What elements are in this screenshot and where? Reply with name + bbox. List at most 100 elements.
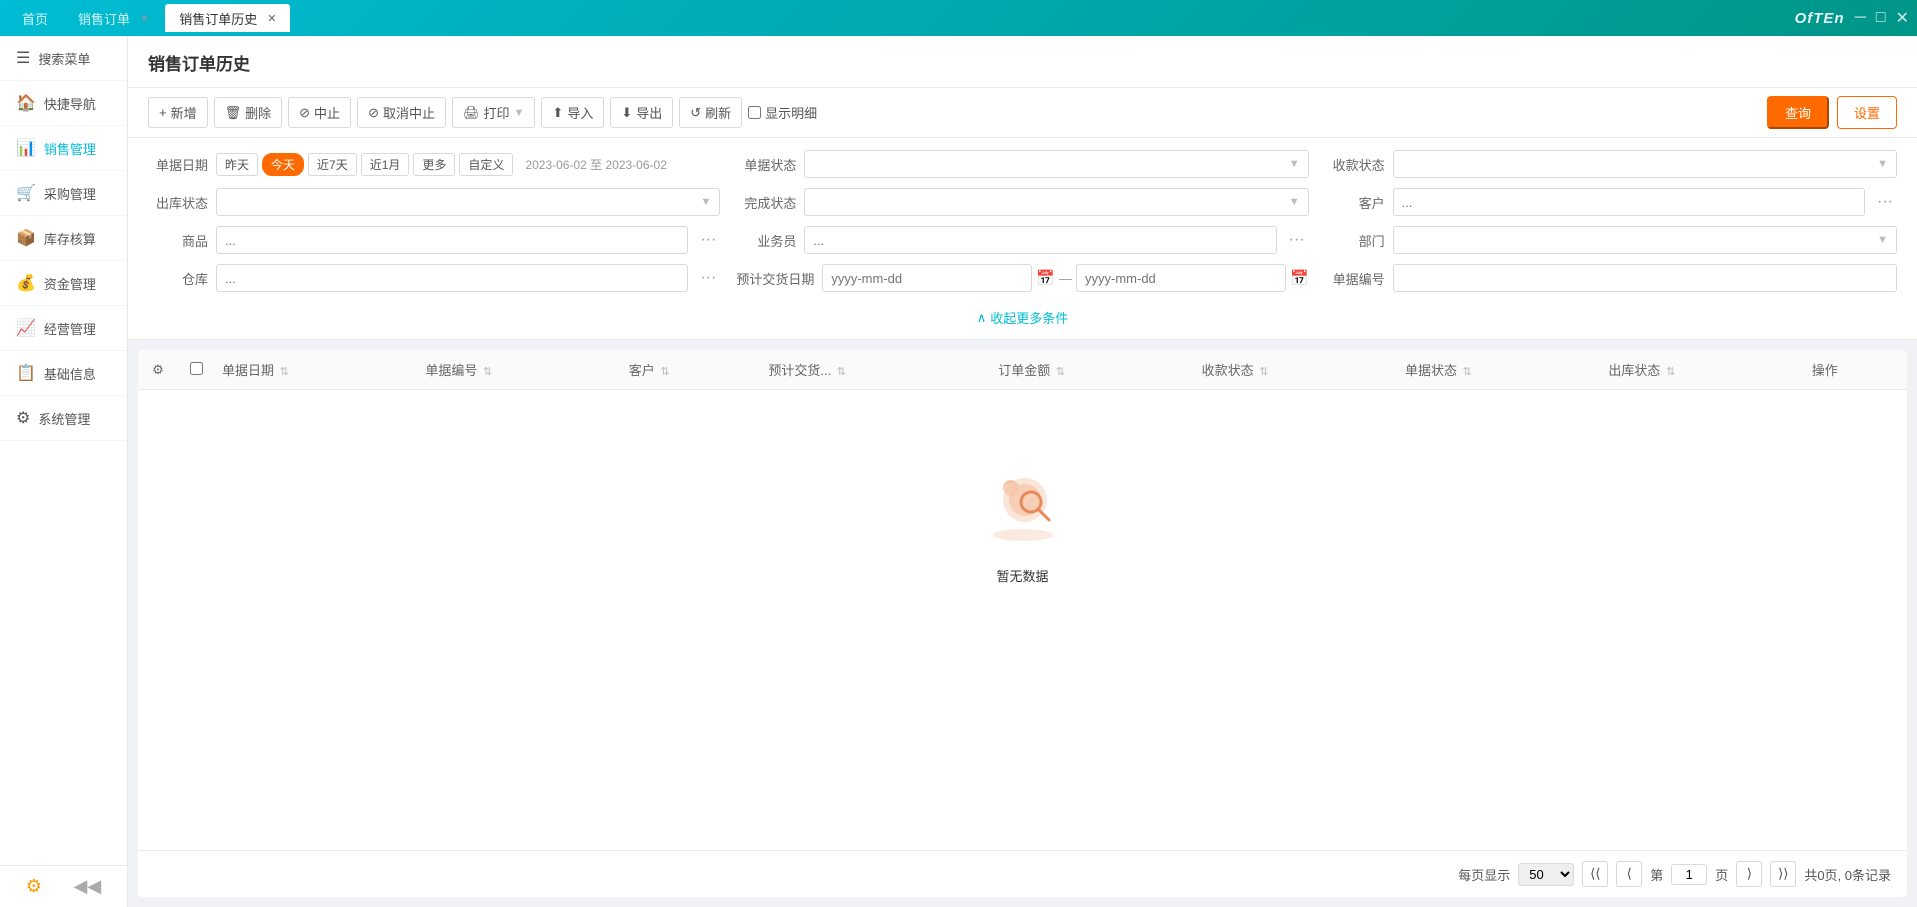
tab-sales-order[interactable]: 销售订单 ✕	[64, 4, 163, 32]
page-label: 第	[1650, 865, 1663, 884]
page-prev-button[interactable]: ⟨	[1616, 861, 1642, 887]
tab-sales-order-close[interactable]: ✕	[140, 12, 149, 25]
delivery-date-start[interactable]	[822, 264, 1032, 292]
page-first-button[interactable]: ⟨⟨	[1582, 861, 1608, 887]
settings-button[interactable]: 设置	[1837, 96, 1897, 129]
th-actions: 操作	[1804, 350, 1907, 390]
th-delivery-sort[interactable]: ⇅	[837, 366, 846, 378]
goods-input[interactable]	[216, 226, 688, 254]
calendar-start-icon[interactable]: 📅	[1036, 269, 1055, 287]
date-btn-custom[interactable]: 自定义	[459, 153, 513, 176]
filter-date-section: 单据日期 昨天 今天 近7天 近1月 更多 自定义 2023-06-02 至 2…	[148, 153, 720, 176]
select-all-checkbox[interactable]	[190, 362, 203, 375]
sidebar-item-purchase[interactable]: 🛒 采购管理	[0, 171, 127, 216]
sidebar-item-operations[interactable]: 📈 经营管理	[0, 306, 127, 351]
query-button[interactable]: 查询	[1767, 96, 1829, 129]
sidebar-item-quicknav[interactable]: 🏠 快捷导航	[0, 81, 127, 126]
collapse-label: 收起更多条件	[990, 308, 1068, 327]
delete-button[interactable]: 🗑 删除	[214, 97, 283, 128]
page-title: 销售订单历史	[148, 50, 1897, 75]
salesperson-ellipsis[interactable]: ···	[1285, 231, 1309, 249]
sales-icon: 📊	[16, 138, 36, 158]
collapse-button[interactable]: ∧ 收起更多条件	[148, 302, 1897, 327]
delete-icon: 🗑	[225, 105, 242, 121]
page-size-select[interactable]: 50 10 20 100	[1518, 863, 1574, 886]
new-button[interactable]: + 新增	[148, 97, 208, 128]
th-amount: 订单金额 ⇅	[990, 350, 1193, 390]
th-date: 单据日期 ⇅	[214, 350, 417, 390]
customer-input[interactable]	[1393, 188, 1865, 216]
tab-home[interactable]: 首页	[8, 4, 62, 32]
delivery-date-end[interactable]	[1076, 264, 1286, 292]
payment-status-select[interactable]: ▼	[1393, 150, 1897, 178]
window-minimize[interactable]: ─	[1855, 9, 1866, 27]
th-stock-status-sort[interactable]: ⇅	[1666, 366, 1675, 378]
refresh-button[interactable]: ↺ 刷新	[679, 97, 742, 128]
sidebar-item-system[interactable]: ⚙ 系统管理	[0, 396, 127, 441]
dept-arrow: ▼	[1877, 234, 1888, 246]
calendar-end-icon[interactable]: 📅	[1290, 269, 1309, 287]
th-date-sort[interactable]: ⇅	[280, 366, 289, 378]
show-detail-input[interactable]	[748, 106, 761, 119]
dept-select[interactable]: ▼	[1393, 226, 1897, 254]
show-detail-checkbox[interactable]: 显示明细	[748, 103, 817, 122]
date-btn-today[interactable]: 今天	[262, 153, 304, 176]
date-btn-1month[interactable]: 近1月	[361, 153, 410, 176]
show-detail-label: 显示明细	[765, 103, 817, 122]
window-close[interactable]: ✕	[1896, 8, 1909, 28]
sidebar-item-basics[interactable]: 📋 基础信息	[0, 351, 127, 396]
sidebar-item-inventory[interactable]: 📦 库存核算	[0, 216, 127, 261]
warehouse-ellipsis[interactable]: ···	[696, 269, 720, 287]
page-label-2: 页	[1715, 865, 1728, 884]
th-delivery: 预计交货... ⇅	[760, 350, 990, 390]
complete-status-select[interactable]: ▼	[804, 188, 1308, 216]
sidebar-expand-icon[interactable]: ◀◀	[74, 876, 102, 897]
customer-ellipsis[interactable]: ···	[1873, 193, 1897, 211]
page-number-input[interactable]	[1671, 864, 1707, 885]
bill-status-label: 单据状态	[736, 155, 796, 174]
sidebar-item-search[interactable]: ☰ 搜索菜单	[0, 36, 127, 81]
cancel-stop-button[interactable]: ⊘ 取消中止	[357, 97, 446, 128]
th-amount-sort[interactable]: ⇅	[1056, 366, 1065, 378]
sidebar-settings-icon[interactable]: ⚙	[26, 876, 42, 897]
stop-button[interactable]: ⊘ 中止	[288, 97, 351, 128]
th-customer-sort[interactable]: ⇅	[660, 366, 669, 378]
collapse-up-icon: ∧	[977, 310, 987, 326]
goods-ellipsis[interactable]: ···	[696, 231, 720, 249]
bill-status-select[interactable]: ▼	[804, 150, 1308, 178]
th-checkbox[interactable]	[178, 350, 214, 390]
import-button[interactable]: ⬆ 导入	[541, 97, 604, 128]
sidebar-item-sales[interactable]: 📊 销售管理	[0, 126, 127, 171]
date-btn-more[interactable]: 更多	[413, 153, 455, 176]
th-settings[interactable]: ⚙	[138, 350, 178, 390]
filter-row-3: 商品 ··· 业务员 ··· 部门 ▼	[148, 226, 1897, 254]
print-button[interactable]: 🖨 打印 ▼	[452, 97, 535, 128]
stock-status-select[interactable]: ▼	[216, 188, 720, 216]
th-bill-no-sort[interactable]: ⇅	[483, 366, 492, 378]
filter-row-1: 单据日期 昨天 今天 近7天 近1月 更多 自定义 2023-06-02 至 2…	[148, 150, 1897, 178]
export-button[interactable]: ⬇ 导出	[610, 97, 673, 128]
date-btn-7days[interactable]: 近7天	[308, 153, 357, 176]
th-payment-status-sort[interactable]: ⇅	[1259, 366, 1268, 378]
page-last-button[interactable]: ⟩⟩	[1770, 861, 1796, 887]
filter-salesperson-section: 业务员 ···	[736, 226, 1308, 254]
filter-customer-section: 客户 ···	[1325, 188, 1897, 216]
dept-label: 部门	[1325, 231, 1385, 250]
sidebar-item-finance[interactable]: 💰 资金管理	[0, 261, 127, 306]
sidebar-bottom: ⚙ ◀◀	[0, 865, 127, 907]
tab-sales-history-close[interactable]: ✕	[267, 12, 276, 25]
cancel-stop-icon: ⊘	[368, 105, 379, 121]
salesperson-input[interactable]	[804, 226, 1276, 254]
page-next-button[interactable]: ⟩	[1736, 861, 1762, 887]
stop-icon: ⊘	[299, 105, 310, 121]
window-maximize[interactable]: □	[1876, 9, 1886, 27]
bill-no-input[interactable]	[1393, 264, 1897, 292]
warehouse-input[interactable]	[216, 264, 688, 292]
th-bill-status-sort[interactable]: ⇅	[1463, 366, 1472, 378]
sidebar-finance-label: 资金管理	[44, 274, 96, 293]
top-bar-right: OfTEn ─ □ ✕	[1795, 8, 1909, 28]
filter-area: 单据日期 昨天 今天 近7天 近1月 更多 自定义 2023-06-02 至 2…	[128, 138, 1917, 340]
page-size-label: 每页显示	[1458, 865, 1510, 884]
tab-sales-history[interactable]: 销售订单历史 ✕	[165, 4, 290, 32]
date-btn-yesterday[interactable]: 昨天	[216, 153, 258, 176]
